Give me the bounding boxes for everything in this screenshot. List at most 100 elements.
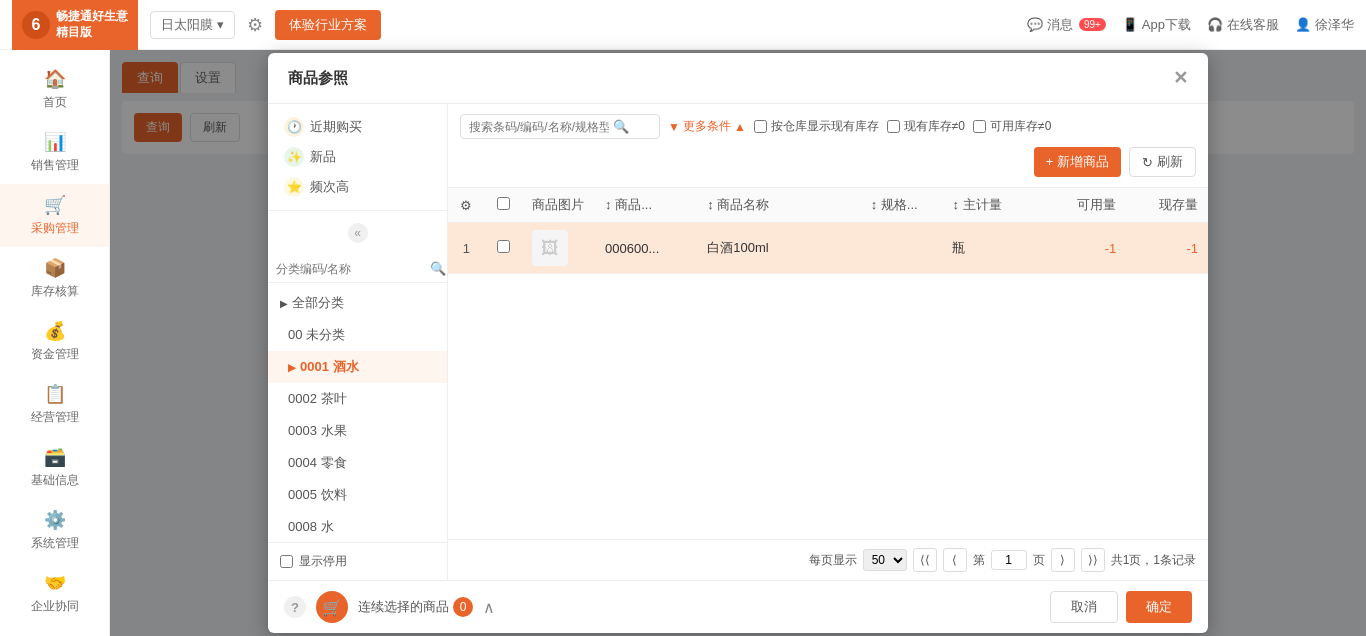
add-product-button[interactable]: + 新增商品 [1034, 147, 1121, 177]
col-header-img: 商品图片 [522, 188, 596, 223]
sidebar-item-basics[interactable]: 🗃️ 基础信息 [0, 436, 109, 499]
sidebar-label-inventory: 库存核算 [31, 283, 79, 300]
sidebar-item-home[interactable]: 🏠 首页 [0, 58, 109, 121]
cancel-button[interactable]: 取消 [1050, 591, 1118, 623]
col-header-stock: 现存量 [1126, 188, 1208, 223]
cat-item-1[interactable]: ▶ 0001 酒水 [268, 351, 447, 383]
org-dropdown[interactable]: 日太阳膜 ▾ [150, 11, 235, 39]
col-header-check [485, 188, 522, 223]
row-available: -1 [1024, 223, 1126, 274]
table-settings-icon[interactable]: ⚙ [460, 198, 472, 213]
sidebar-item-sales[interactable]: 📊 销售管理 [0, 121, 109, 184]
star-icon: ⭐ [284, 177, 304, 197]
row-code: 000600... [595, 223, 697, 274]
mobile-icon: 📱 [1122, 17, 1138, 32]
sidebar-item-system[interactable]: ⚙️ 系统管理 [0, 499, 109, 562]
cart-button[interactable]: 🛒 [316, 591, 348, 623]
quick-item-new[interactable]: ✨ 新品 [276, 142, 439, 172]
sidebar-item-purchase[interactable]: 🛒 采购管理 [0, 184, 109, 247]
quick-item-frequent[interactable]: ⭐ 频次高 [276, 172, 439, 202]
sidebar-item-inventory[interactable]: 📦 库存核算 [0, 247, 109, 310]
page-input[interactable] [991, 550, 1027, 570]
footer-collapse-icon[interactable]: ∧ [483, 598, 495, 617]
page-label: 第 [973, 552, 985, 569]
cat-item-all[interactable]: ▶ 全部分类 [268, 287, 447, 319]
product-search-input[interactable] [469, 120, 609, 134]
table-row[interactable]: 1 🖼 000600... 白酒100ml [448, 223, 1208, 274]
nav-app-download[interactable]: 📱 App下载 [1122, 16, 1191, 34]
sidebar-label-finance: 资金管理 [31, 346, 79, 363]
nav-messages[interactable]: 💬 消息 99+ [1027, 16, 1106, 34]
sidebar-label-system: 系统管理 [31, 535, 79, 552]
category-panel: 🕐 近期购买 ✨ 新品 ⭐ 频次高 [268, 104, 448, 580]
available-check-group: 现有库存≠0 [887, 118, 965, 135]
dialog-footer: ? 🛒 连续选择的商品 0 ∧ 取消 确定 [268, 580, 1208, 633]
sidebar-label-enterprise: 企业协同 [31, 598, 79, 615]
chevron-down-icon: ▾ [217, 17, 224, 32]
help-icon[interactable]: ? [284, 596, 306, 618]
footer-left: ? 🛒 连续选择的商品 0 ∧ [284, 591, 495, 623]
cat-item-4[interactable]: 0004 零食 [268, 447, 447, 479]
row-checkbox[interactable] [497, 240, 510, 253]
col-header-spec: ↕ 规格... [861, 188, 943, 223]
usable-checkbox[interactable] [973, 120, 986, 133]
warehouse-checkbox[interactable] [754, 120, 767, 133]
select-all-checkbox[interactable] [497, 197, 510, 210]
settings-icon[interactable]: ⚙ [247, 14, 263, 36]
sidebar-label-sales: 销售管理 [31, 157, 79, 174]
row-name: 白酒100ml [697, 223, 860, 274]
logo: 6 畅捷通好生意 精目版 [12, 0, 138, 50]
row-img: 🖼 [522, 223, 596, 274]
last-page-btn[interactable]: ⟩⟩ [1081, 548, 1105, 572]
sidebar-item-operations[interactable]: 📋 经营管理 [0, 373, 109, 436]
quick-item-recent[interactable]: 🕐 近期购买 [276, 112, 439, 142]
cta-button[interactable]: 体验行业方案 [275, 10, 381, 40]
sidebar-label-operations: 经营管理 [31, 409, 79, 426]
arrow-icon: ▶ [280, 298, 288, 309]
cat-item-5[interactable]: 0005 饮料 [268, 479, 447, 511]
prev-page-btn[interactable]: ⟨ [943, 548, 967, 572]
category-quick: 🕐 近期购买 ✨ 新品 ⭐ 频次高 [268, 104, 447, 211]
dialog-header: 商品参照 ✕ [268, 53, 1208, 104]
row-num: 1 [448, 223, 485, 274]
col-header-code: ↕ 商品... [595, 188, 697, 223]
confirm-button[interactable]: 确定 [1126, 591, 1192, 623]
col-header-name: ↕ 商品名称 [697, 188, 860, 223]
message-icon: 💬 [1027, 17, 1043, 32]
home-icon: 🏠 [44, 68, 66, 90]
product-table: ⚙ 商品图片 ↕ 商品... [448, 188, 1208, 274]
nav-service[interactable]: 🎧 在线客服 [1207, 16, 1279, 34]
sidebar-item-finance[interactable]: 💰 资金管理 [0, 310, 109, 373]
cat-item-6[interactable]: 0008 水 [268, 511, 447, 542]
nav-user[interactable]: 👤 徐泽华 [1295, 16, 1354, 34]
category-search-icon[interactable]: 🔍 [430, 261, 446, 276]
first-page-btn[interactable]: ⟨⟨ [913, 548, 937, 572]
inventory-icon: 📦 [44, 257, 66, 279]
message-badge: 99+ [1079, 18, 1106, 31]
basics-icon: 🗃️ [44, 446, 66, 468]
category-search-input[interactable] [276, 262, 426, 276]
category-list: ▶ 全部分类 00 未分类 ▶ 0001 酒水 0002 茶 [268, 283, 447, 542]
next-page-btn[interactable]: ⟩ [1051, 548, 1075, 572]
search-icon[interactable]: 🔍 [613, 119, 629, 134]
system-icon: ⚙️ [44, 509, 66, 531]
sidebar-item-enterprise[interactable]: 🤝 企业协同 [0, 562, 109, 625]
cat-item-0[interactable]: 00 未分类 [268, 319, 447, 351]
cat-item-2[interactable]: 0002 茶叶 [268, 383, 447, 415]
dialog-close-button[interactable]: ✕ [1173, 67, 1188, 89]
show-disabled-area: 显示停用 [268, 542, 447, 580]
sidebar-item-guide[interactable]: 🌟 新手引导 [0, 625, 109, 636]
refresh-button[interactable]: ↻ 刷新 [1129, 147, 1196, 177]
page-size-select[interactable]: 50 [863, 549, 907, 571]
filter-button[interactable]: ▼ 更多条件 ▲ [668, 118, 746, 135]
category-search: 🔍 [268, 255, 447, 283]
category-collapse-button[interactable]: « [348, 223, 368, 243]
product-toolbar: 🔍 ▼ 更多条件 ▲ 按仓库显示现有库存 [448, 104, 1208, 188]
dialog-body: 🕐 近期购买 ✨ 新品 ⭐ 频次高 [268, 104, 1208, 580]
headset-icon: 🎧 [1207, 17, 1223, 32]
available-checkbox[interactable] [887, 120, 900, 133]
product-image: 🖼 [532, 230, 568, 266]
cat-item-3[interactable]: 0003 水果 [268, 415, 447, 447]
show-disabled-checkbox[interactable] [280, 555, 293, 568]
pagination: 每页显示 50 ⟨⟨ ⟨ 第 页 ⟩ ⟩⟩ 共1页，1条记录 [448, 539, 1208, 580]
